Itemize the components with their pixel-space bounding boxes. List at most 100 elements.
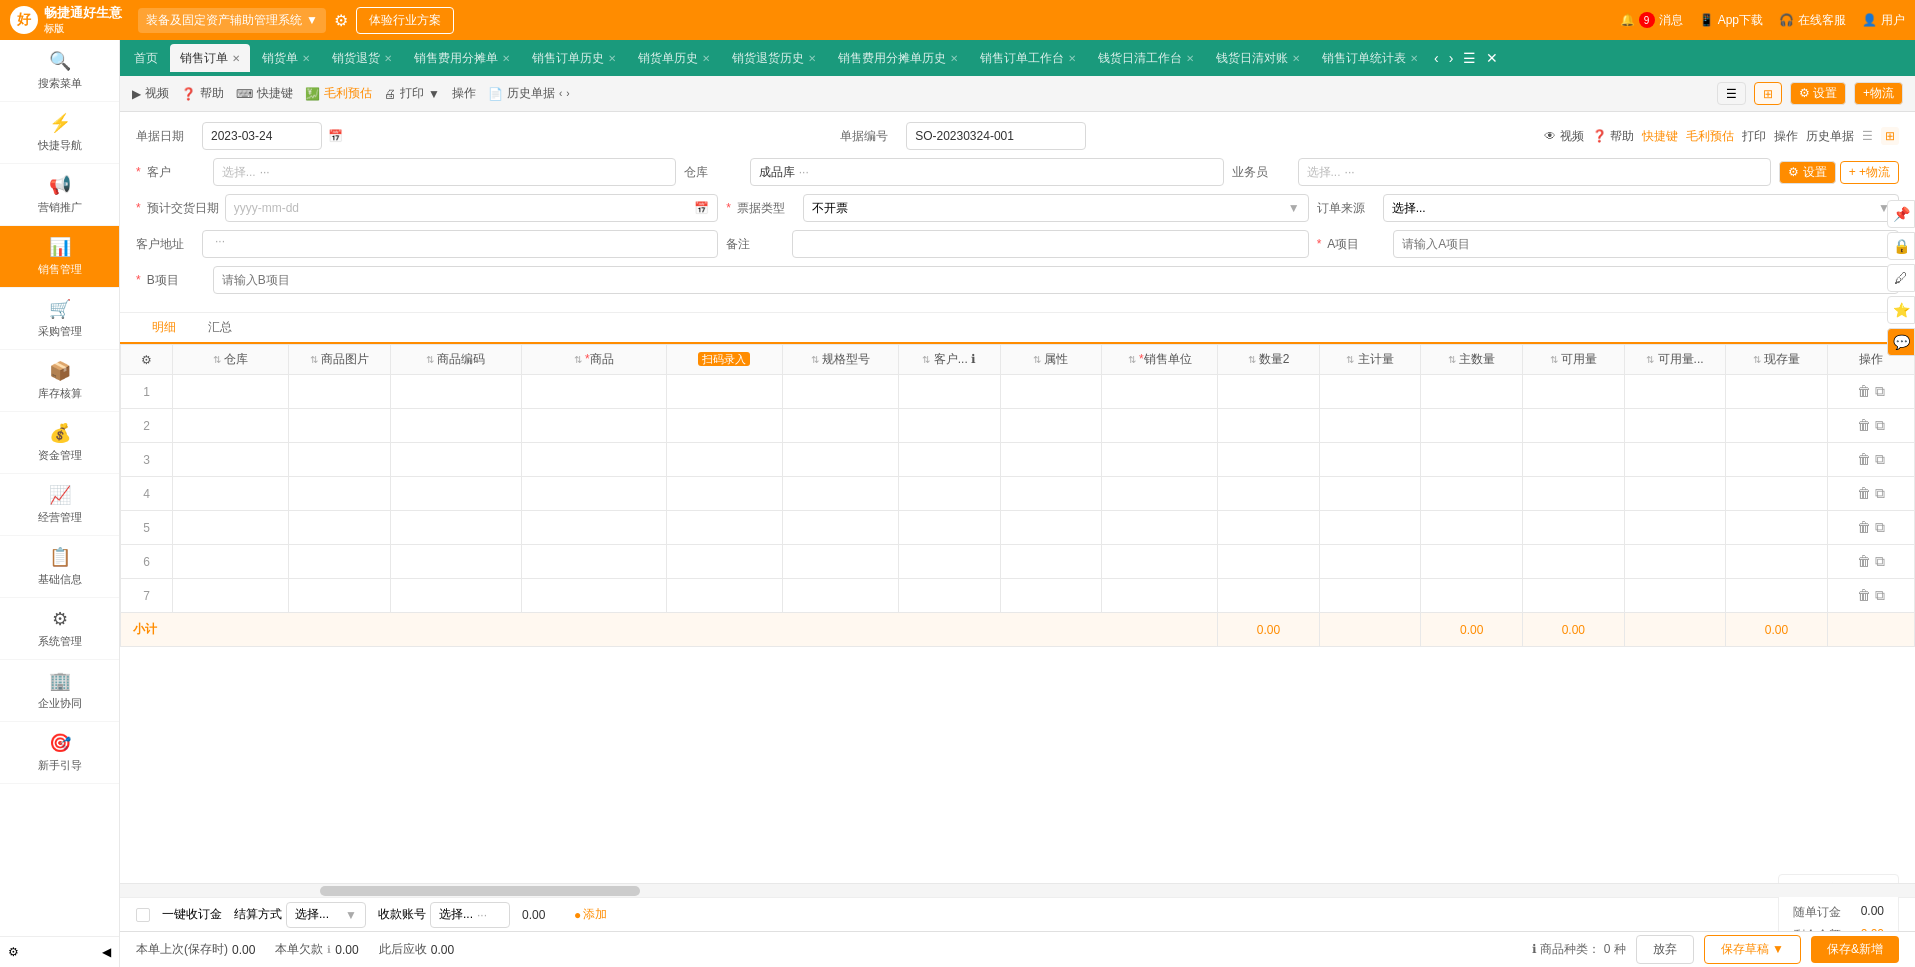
row-unit-3[interactable] [1102,443,1218,477]
industry-btn[interactable]: 体验行业方案 [356,7,454,34]
sidebar-item-finance[interactable]: 💰 资金管理 [0,412,119,474]
row-unit-5[interactable] [1102,511,1218,545]
row-custcode-4[interactable] [898,477,1000,511]
section-tab-summary[interactable]: 汇总 [192,313,248,342]
grid2-icon[interactable]: ⊞ [1881,127,1899,145]
delete-icon-2[interactable]: 🗑 [1857,417,1871,433]
single-date-input[interactable] [202,122,322,150]
row-spec-7[interactable] [782,579,898,613]
tab-close-all-btn[interactable]: ✕ [1482,48,1502,68]
view-toggle-card[interactable]: ⊞ [1754,82,1782,105]
row-code-4[interactable] [390,477,521,511]
tab-prev-btn[interactable]: ‹ [1430,48,1443,68]
row-attr-1[interactable] [1000,375,1102,409]
float-btn-2[interactable]: 🔒 [1887,232,1915,260]
operation2-btn[interactable]: 操作 [1774,128,1798,145]
message-btn[interactable]: 🔔 9 消息 [1620,12,1683,29]
float-btn-4[interactable]: ⭐ [1887,296,1915,324]
staff-dots-btn[interactable]: ··· [1345,165,1355,179]
shortcut2-btn[interactable]: 快捷键 [1642,128,1678,145]
scroll-area[interactable] [120,883,1915,897]
settings-icon[interactable]: ⚙ [334,11,348,30]
payment-method-select[interactable]: 选择... ▼ [286,902,366,928]
row-qty2-2[interactable] [1218,409,1320,443]
app-download-btn[interactable]: 📱 App下载 [1699,12,1763,29]
row-custcode-3[interactable] [898,443,1000,477]
row-code-6[interactable] [390,545,521,579]
row-spec-2[interactable] [782,409,898,443]
row-qty2-3[interactable] [1218,443,1320,477]
sidebar-item-ops[interactable]: 📈 经营管理 [0,474,119,536]
save-new-btn[interactable]: 保存&新增 [1811,936,1899,963]
delete-icon-7[interactable]: 🗑 [1857,587,1871,603]
user-menu[interactable]: 👤 用户 [1862,12,1905,29]
row-mainqty-2[interactable] [1421,409,1523,443]
row-qty2-1[interactable] [1218,375,1320,409]
row-product-6[interactable] [521,545,666,579]
invoice-type-select[interactable]: 不开票 ▼ [803,194,1309,222]
sidebar-item-collab[interactable]: 🏢 企业协同 [0,660,119,722]
sidebar-item-inventory[interactable]: 📦 库存核算 [0,350,119,412]
row-attr-3[interactable] [1000,443,1102,477]
settings-right-btn[interactable]: ⚙ 设置 [1779,161,1835,184]
row-code-3[interactable] [390,443,521,477]
tab-fee-split[interactable]: 销售费用分摊单 ✕ [404,44,520,72]
row-attr-6[interactable] [1000,545,1102,579]
row-mainqty-3[interactable] [1421,443,1523,477]
float-btn-5[interactable]: 💬 [1887,328,1915,356]
tab-return-history-close[interactable]: ✕ [808,53,816,64]
row-product-5[interactable] [521,511,666,545]
row-warehouse-6[interactable] [173,545,289,579]
tab-workbench[interactable]: 销售订单工作台 ✕ [970,44,1086,72]
tab-sales-order-close[interactable]: ✕ [232,53,240,64]
row-qty2-6[interactable] [1218,545,1320,579]
copy-icon-5[interactable]: ⧉ [1875,519,1885,535]
customer-input[interactable]: 选择... ··· [213,158,676,186]
row-mainqty-4[interactable] [1421,477,1523,511]
row-spec-4[interactable] [782,477,898,511]
addr-dots-btn[interactable]: ··· [215,234,225,248]
tab-home[interactable]: 首页 [124,44,168,72]
add-payment-btn[interactable]: ● 添加 [574,906,607,923]
copy-icon-4[interactable]: ⧉ [1875,485,1885,501]
sidebar-collapse-icon[interactable]: ◀ [102,945,111,959]
tab-daily-clear[interactable]: 钱货日清工作台 ✕ [1088,44,1204,72]
row-product-2[interactable] [521,409,666,443]
history-nav-next[interactable]: › [566,88,569,99]
help-btn[interactable]: ❓ 帮助 [181,85,224,102]
row-unit-6[interactable] [1102,545,1218,579]
row-product-4[interactable] [521,477,666,511]
row-warehouse-4[interactable] [173,477,289,511]
copy-icon-6[interactable]: ⧉ [1875,553,1885,569]
customer-dots-btn[interactable]: ··· [260,165,270,179]
delete-icon-5[interactable]: 🗑 [1857,519,1871,535]
one-click-checkbox[interactable] [136,908,150,922]
col-settings[interactable]: ⚙ [121,345,173,375]
a-project-input[interactable] [1393,230,1899,258]
row-spec-3[interactable] [782,443,898,477]
scroll-thumb[interactable] [320,886,640,896]
add-material-right-btn[interactable]: + +物流 [1840,161,1899,184]
row-code-2[interactable] [390,409,521,443]
profit-btn[interactable]: 💹 毛利预估 [305,85,372,102]
view-toggle-list[interactable]: ☰ [1717,82,1746,105]
sidebar-item-purchase[interactable]: 🛒 采购管理 [0,288,119,350]
row-custcode-6[interactable] [898,545,1000,579]
delivery-date-input[interactable]: yyyy-mm-dd 📅 [225,194,719,222]
print2-btn[interactable]: 打印 [1742,128,1766,145]
tab-stats-close[interactable]: ✕ [1410,53,1418,64]
row-product-7[interactable] [521,579,666,613]
warehouse-dots-btn[interactable]: ··· [799,165,809,179]
row-warehouse-2[interactable] [173,409,289,443]
add-material-btn[interactable]: +物流 [1854,82,1903,105]
help2-btn[interactable]: ❓ 帮助 [1592,128,1634,145]
app-selector[interactable]: 装备及固定资产辅助管理系统 ▼ [138,8,326,33]
row-code-1[interactable] [390,375,521,409]
shortcut-btn[interactable]: ⌨ 快捷键 [236,85,293,102]
delivery-calendar-icon[interactable]: 📅 [694,201,709,215]
float-btn-1[interactable]: 📌 [1887,200,1915,228]
sidebar-item-system[interactable]: ⚙ 系统管理 [0,598,119,660]
row-spec-5[interactable] [782,511,898,545]
row-unit-2[interactable] [1102,409,1218,443]
sidebar-item-info[interactable]: 📋 基础信息 [0,536,119,598]
